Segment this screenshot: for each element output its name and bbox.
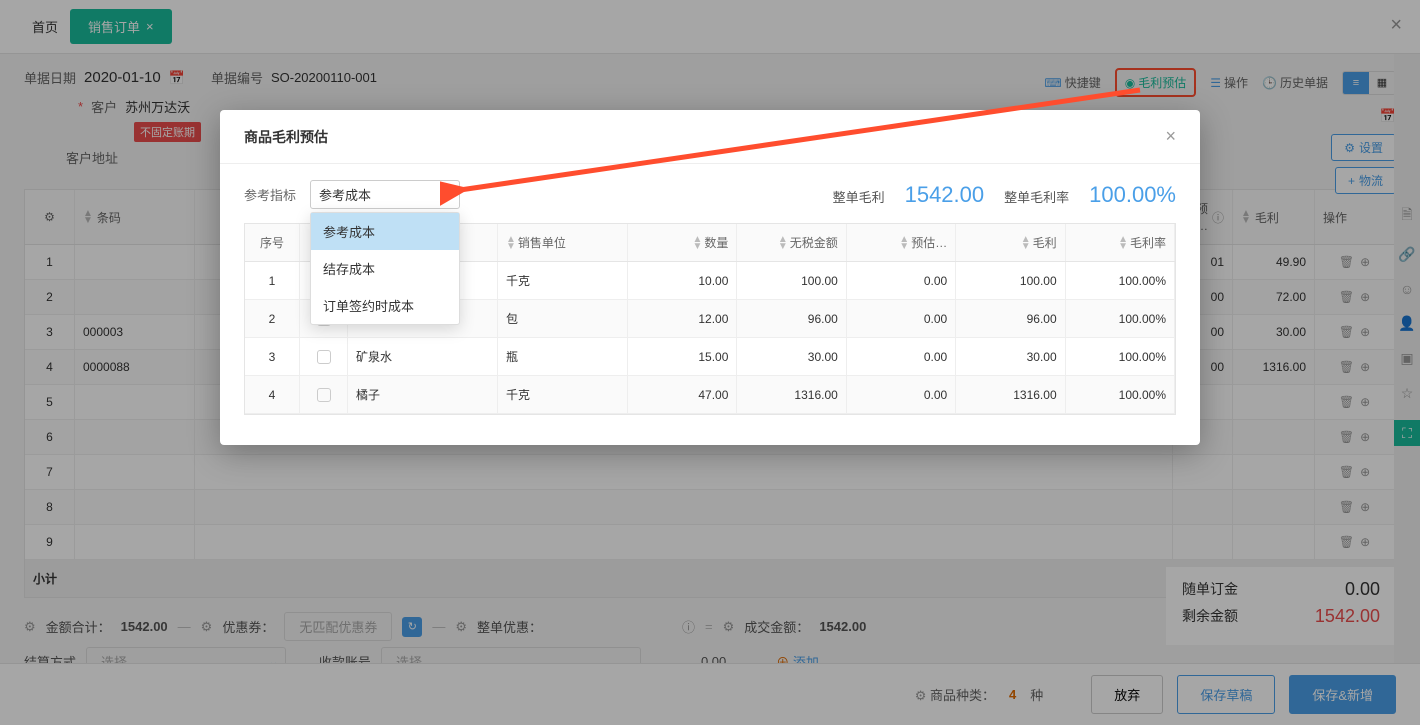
mrow-qty: 47.00 xyxy=(628,376,737,413)
mcol-qty[interactable]: ▲▼数量 xyxy=(628,224,737,261)
mrow-qty: 12.00 xyxy=(628,300,737,337)
mrow-gross: 100.00 xyxy=(956,262,1065,299)
mrow-unit: 包 xyxy=(498,300,628,337)
dropdown-option[interactable]: 参考成本 xyxy=(311,213,459,250)
mrow-qty: 10.00 xyxy=(628,262,737,299)
dropdown-option[interactable]: 订单签约时成本 xyxy=(311,287,459,324)
dropdown-option[interactable]: 结存成本 xyxy=(311,250,459,287)
mcol-rate[interactable]: ▲▼毛利率 xyxy=(1066,224,1175,261)
mrow-notax: 100.00 xyxy=(737,262,846,299)
mrow-rate: 100.00% xyxy=(1066,262,1175,299)
mrow-idx: 1 xyxy=(245,262,300,299)
gross-total-value: 1542.00 xyxy=(905,182,985,208)
mcol-est[interactable]: ▲▼预估… xyxy=(847,224,956,261)
mrow-est: 0.00 xyxy=(847,300,956,337)
mrow-gross: 30.00 xyxy=(956,338,1065,375)
mrow-name: 橘子 xyxy=(348,376,498,413)
modal-close-icon[interactable]: × xyxy=(1165,126,1176,147)
modal-title: 商品毛利预估 xyxy=(244,127,328,147)
mrow-rate: 100.00% xyxy=(1066,376,1175,413)
mrow-unit: 瓶 xyxy=(498,338,628,375)
mcol-gross[interactable]: ▲▼毛利 xyxy=(956,224,1065,261)
mrow-notax: 1316.00 xyxy=(737,376,846,413)
gross-rate-label: 整单毛利率 xyxy=(1004,187,1069,206)
mrow-rate: 100.00% xyxy=(1066,300,1175,337)
gross-profit-modal: 商品毛利预估 × 参考指标 ⌃ 参考成本结存成本订单签约时成本 整单毛利 154… xyxy=(220,110,1200,445)
indicator-select[interactable]: ⌃ 参考成本结存成本订单签约时成本 xyxy=(310,180,460,209)
mcol-notax[interactable]: ▲▼无税金额 xyxy=(737,224,846,261)
indicator-label: 参考指标 xyxy=(244,185,296,204)
mrow-checkbox[interactable] xyxy=(300,376,348,413)
modal-table-row: 3 矿泉水 瓶 15.00 30.00 0.00 30.00 100.00% xyxy=(245,338,1175,376)
mrow-checkbox[interactable] xyxy=(300,338,348,375)
mrow-unit: 千克 xyxy=(498,376,628,413)
mrow-notax: 96.00 xyxy=(737,300,846,337)
mrow-idx: 3 xyxy=(245,338,300,375)
mrow-est: 0.00 xyxy=(847,376,956,413)
mrow-est: 0.00 xyxy=(847,338,956,375)
indicator-dropdown: 参考成本结存成本订单签约时成本 xyxy=(310,212,460,325)
mrow-gross: 1316.00 xyxy=(956,376,1065,413)
mrow-est: 0.00 xyxy=(847,262,956,299)
mcol-unit[interactable]: ▲▼销售单位 xyxy=(498,224,628,261)
modal-overlay: 商品毛利预估 × 参考指标 ⌃ 参考成本结存成本订单签约时成本 整单毛利 154… xyxy=(0,0,1420,725)
mrow-gross: 96.00 xyxy=(956,300,1065,337)
mrow-unit: 千克 xyxy=(498,262,628,299)
mrow-notax: 30.00 xyxy=(737,338,846,375)
mrow-idx: 2 xyxy=(245,300,300,337)
modal-table-row: 4 橘子 千克 47.00 1316.00 0.00 1316.00 100.0… xyxy=(245,376,1175,414)
mrow-idx: 4 xyxy=(245,376,300,413)
gross-total-label: 整单毛利 xyxy=(833,187,885,206)
indicator-input[interactable] xyxy=(310,180,460,209)
mrow-rate: 100.00% xyxy=(1066,338,1175,375)
mrow-name: 矿泉水 xyxy=(348,338,498,375)
mrow-qty: 15.00 xyxy=(628,338,737,375)
mcol-idx[interactable]: 序号 xyxy=(245,224,300,261)
gross-rate-value: 100.00% xyxy=(1089,182,1176,208)
